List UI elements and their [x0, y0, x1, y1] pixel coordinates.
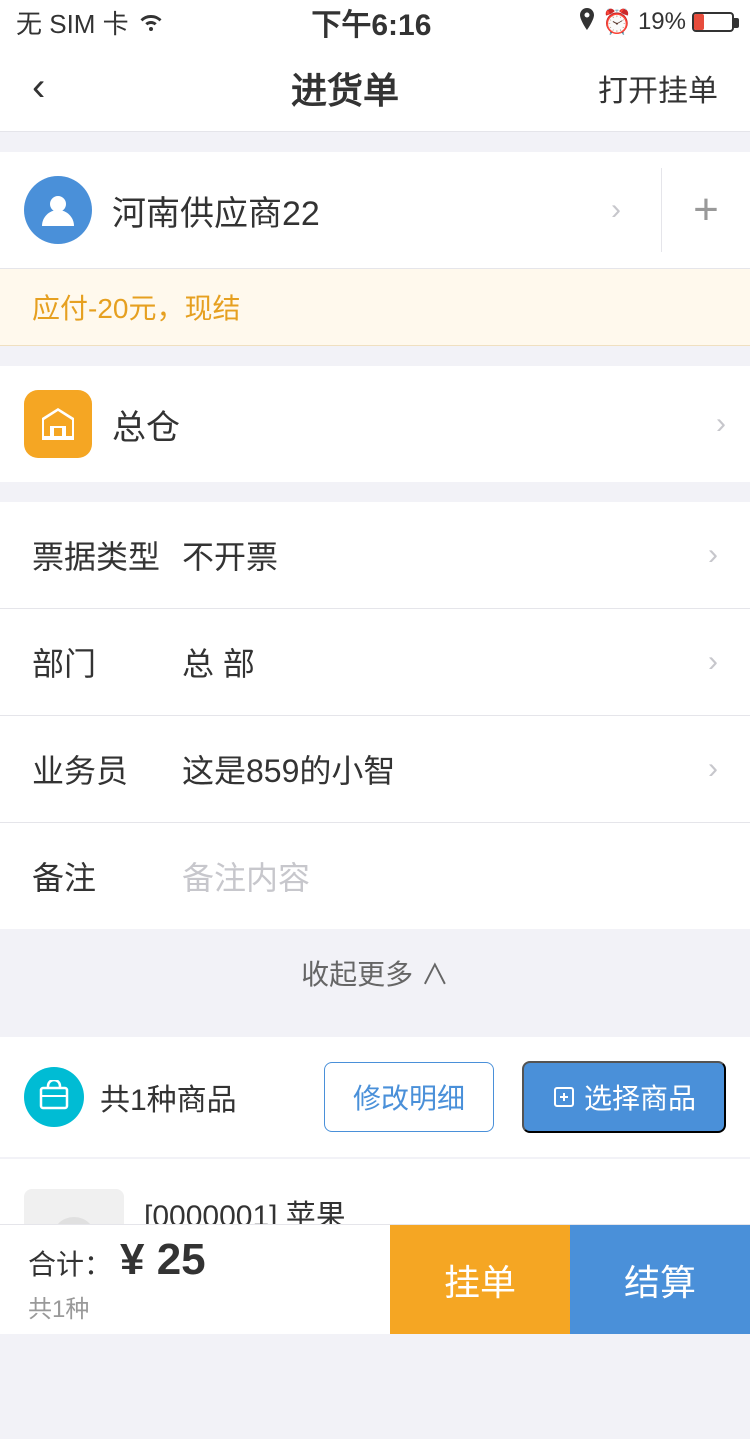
products-header: 共1种商品 修改明细 选择商品	[0, 1037, 750, 1157]
invoice-type-row[interactable]: 票据类型 不开票 ›	[0, 502, 750, 609]
gap-1	[0, 132, 750, 152]
back-button[interactable]: ‹	[32, 65, 92, 110]
carrier-label: 无 SIM 卡	[16, 4, 129, 41]
warehouse-section[interactable]: 总仓 ›	[0, 366, 750, 482]
page-title: 进货单	[291, 62, 399, 114]
collapse-button[interactable]: 收起更多 ∧	[0, 929, 750, 1017]
invoice-type-chevron-icon: ›	[708, 538, 718, 572]
products-count: 共1种商品	[100, 1075, 308, 1119]
invoice-type-label: 票据类型	[32, 532, 162, 578]
total-label: 合计：	[28, 1243, 112, 1283]
remark-row[interactable]: 备注 备注内容	[0, 823, 750, 929]
status-right: ⏰ 19%	[578, 8, 734, 37]
supplier-avatar	[24, 176, 92, 244]
add-supplier-button[interactable]: +	[662, 152, 750, 268]
wifi-icon	[137, 7, 165, 38]
alert-banner: 应付-20元，现结	[0, 269, 750, 346]
supplier-section: 河南供应商22 › +	[0, 152, 750, 269]
salesperson-label: 业务员	[32, 746, 162, 792]
form-section: 票据类型 不开票 › 部门 总 部 › 业务员 这是859的小智 › 备注 备注…	[0, 502, 750, 929]
supplier-name: 河南供应商22	[112, 186, 591, 235]
select-product-button[interactable]: 选择商品	[522, 1061, 726, 1133]
alarm-icon: ⏰	[602, 8, 632, 37]
open-hold-button[interactable]: 打开挂单	[598, 66, 718, 110]
total-row: 合计： ¥ 25	[28, 1235, 362, 1285]
gap-2	[0, 346, 750, 366]
department-label: 部门	[32, 639, 162, 685]
status-left: 无 SIM 卡	[16, 4, 165, 41]
warehouse-icon	[24, 390, 92, 458]
bottom-bar: 合计： ¥ 25 共1种 挂单 结算	[0, 1224, 750, 1334]
checkout-button[interactable]: 结算	[570, 1225, 750, 1334]
select-product-label: 选择商品	[584, 1077, 696, 1117]
hold-button[interactable]: 挂单	[390, 1225, 570, 1334]
salesperson-row[interactable]: 业务员 这是859的小智 ›	[0, 716, 750, 823]
total-section: 合计： ¥ 25 共1种	[0, 1225, 390, 1334]
battery-icon	[692, 12, 734, 32]
gap-3	[0, 482, 750, 502]
total-sub: 共1种	[28, 1289, 362, 1324]
collapse-label: 收起更多 ∧	[301, 953, 449, 993]
remark-label: 备注	[32, 853, 162, 899]
status-time: 下午6:16	[311, 0, 431, 44]
gap-4	[0, 1017, 750, 1037]
department-row[interactable]: 部门 总 部 ›	[0, 609, 750, 716]
location-icon	[578, 8, 596, 37]
remark-placeholder: 备注内容	[162, 853, 718, 899]
warehouse-name: 总仓	[112, 400, 696, 449]
salesperson-chevron-icon: ›	[708, 752, 718, 786]
bottom-spacer	[0, 1319, 750, 1439]
battery-percent: 19%	[638, 8, 686, 36]
supplier-selector[interactable]: 河南供应商22 ›	[0, 152, 661, 268]
products-icon	[24, 1067, 84, 1127]
total-amount: ¥ 25	[120, 1235, 206, 1285]
status-bar: 无 SIM 卡 下午6:16 ⏰ 19%	[0, 0, 750, 44]
department-value: 总 部	[162, 639, 708, 685]
supplier-chevron-icon: ›	[611, 193, 621, 227]
invoice-type-value: 不开票	[162, 532, 708, 578]
edit-detail-button[interactable]: 修改明细	[324, 1062, 494, 1132]
department-chevron-icon: ›	[708, 645, 718, 679]
nav-bar: ‹ 进货单 打开挂单	[0, 44, 750, 132]
warehouse-chevron-icon: ›	[716, 407, 726, 441]
alert-text: 应付-20元，现结	[32, 293, 240, 324]
salesperson-value: 这是859的小智	[162, 746, 708, 792]
